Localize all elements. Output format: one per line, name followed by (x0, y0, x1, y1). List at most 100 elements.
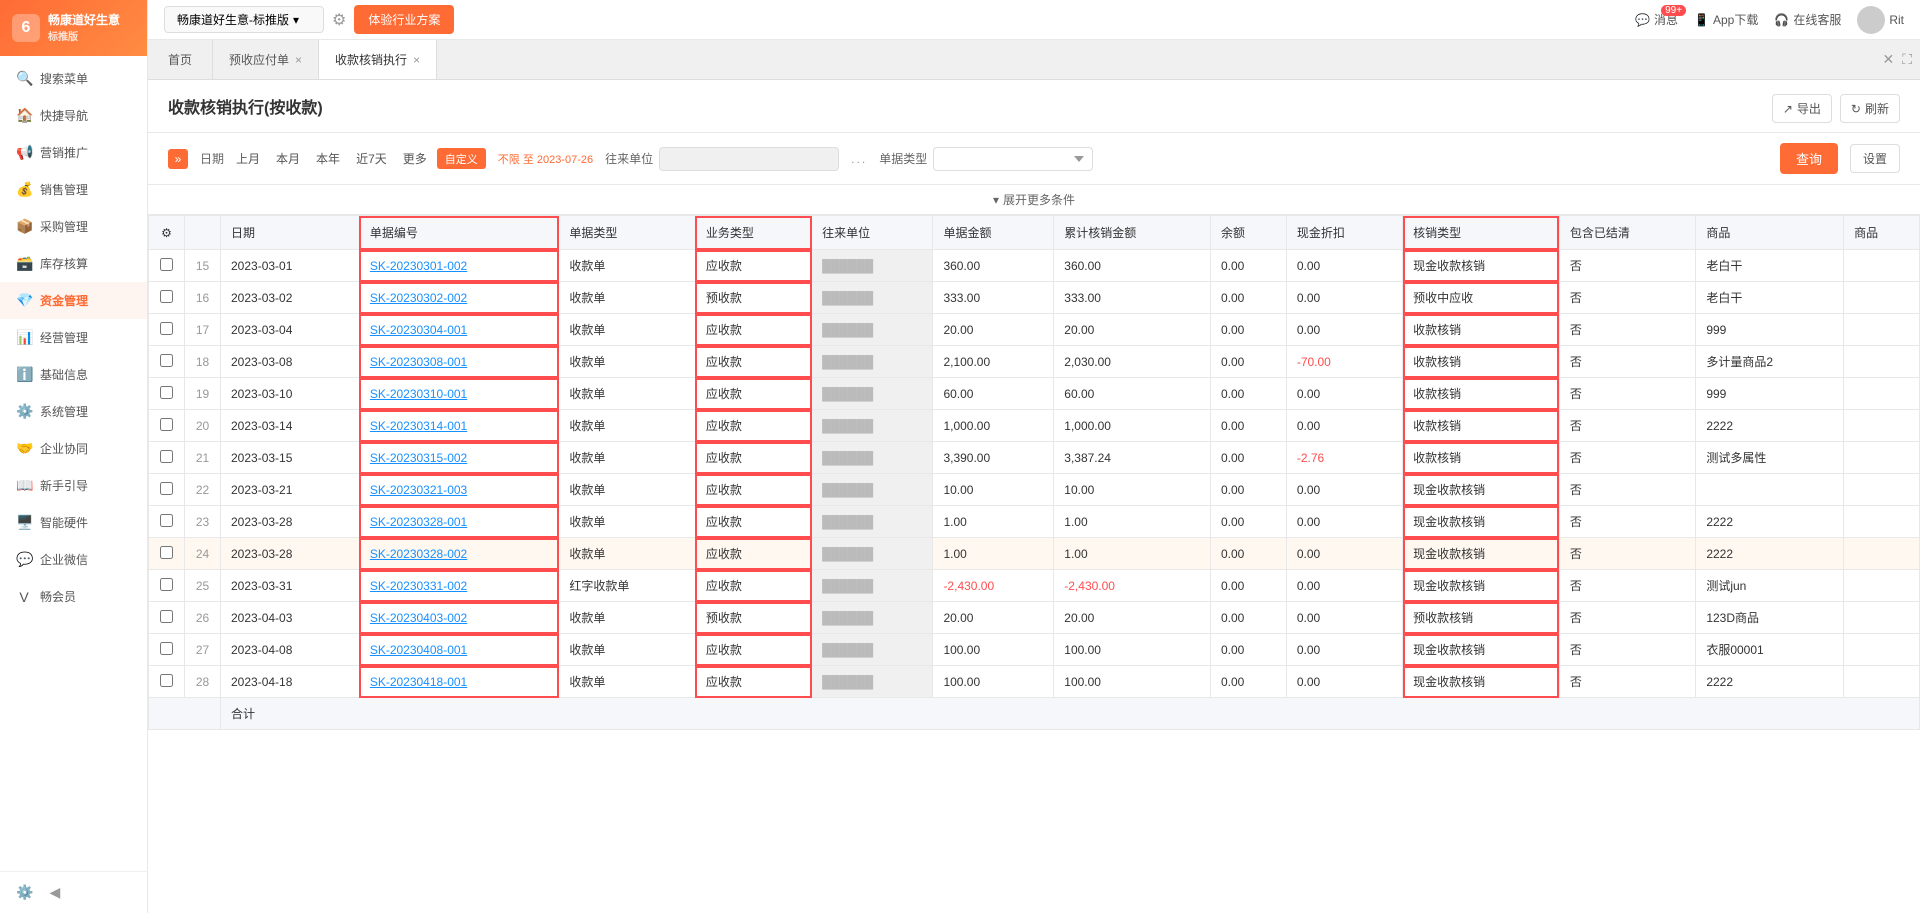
topbar-settings-icon[interactable]: ⚙ (332, 10, 346, 30)
col-total-write[interactable]: 累计核销金额 (1054, 216, 1211, 250)
col-voucher-type[interactable]: 单据类型 (559, 216, 696, 250)
company-dropdown[interactable]: 畅康道好生意-标推版 ▾ (164, 6, 324, 33)
maximize-icon[interactable]: ⛶ (1902, 51, 1912, 68)
col-partner[interactable]: 往来单位 (812, 216, 933, 250)
cell-checkbox[interactable] (149, 378, 185, 410)
online-service-link[interactable]: 🎧 在线客服 (1774, 11, 1841, 28)
date-custom-button[interactable]: 自定义 (437, 148, 486, 169)
sidebar-item-hardware[interactable]: 🖥️ 智能硬件 (0, 504, 147, 541)
order-link[interactable]: SK-20230314-001 (370, 419, 467, 433)
sidebar-item-operation[interactable]: 📊 经营管理 (0, 319, 147, 356)
sidebar-item-guide[interactable]: 📖 新手引导 (0, 467, 147, 504)
cell-order-no[interactable]: SK-20230328-002 (359, 538, 559, 570)
cell-checkbox[interactable] (149, 506, 185, 538)
cell-checkbox[interactable] (149, 410, 185, 442)
cell-checkbox[interactable] (149, 666, 185, 698)
cell-checkbox[interactable] (149, 346, 185, 378)
cell-checkbox[interactable] (149, 474, 185, 506)
cell-checkbox[interactable] (149, 314, 185, 346)
date-btn-this-month[interactable]: 本月 (270, 148, 306, 169)
cell-order-no[interactable]: SK-20230301-002 (359, 250, 559, 282)
tab-close-icon[interactable]: × (413, 54, 420, 66)
cell-order-no[interactable]: SK-20230310-001 (359, 378, 559, 410)
expand-more-button[interactable]: ▾ 展开更多条件 (993, 191, 1075, 208)
app-download-link[interactable]: 📱 App下载 (1694, 11, 1758, 28)
cell-order-no[interactable]: SK-20230321-003 (359, 474, 559, 506)
sidebar-item-purchase[interactable]: 📦 采购管理 (0, 208, 147, 245)
order-link[interactable]: SK-20230403-002 (370, 611, 467, 625)
cell-checkbox[interactable] (149, 538, 185, 570)
sidebar-item-basic[interactable]: ℹ️ 基础信息 (0, 356, 147, 393)
order-link[interactable]: SK-20230310-001 (370, 387, 467, 401)
col-date[interactable]: 日期 (221, 216, 360, 250)
cell-order-no[interactable]: SK-20230403-002 (359, 602, 559, 634)
col-goods2[interactable]: 商品 (1844, 216, 1920, 250)
refresh-button[interactable]: ↻ 刷新 (1840, 94, 1900, 123)
col-order-no[interactable]: 单据编号 (359, 216, 559, 250)
col-biz-type[interactable]: 业务类型 (695, 216, 811, 250)
sidebar-item-system[interactable]: ⚙️ 系统管理 (0, 393, 147, 430)
solution-button[interactable]: 体验行业方案 (354, 5, 454, 34)
sidebar-item-sales[interactable]: 💰 销售管理 (0, 171, 147, 208)
order-link[interactable]: SK-20230308-001 (370, 355, 467, 369)
tab-collection[interactable]: 收款核销执行 × (319, 40, 437, 79)
order-link[interactable]: SK-20230418-001 (370, 675, 467, 689)
filter-expand-button[interactable]: » (168, 149, 188, 169)
export-button[interactable]: ↗ 导出 (1772, 94, 1832, 123)
close-all-icon[interactable]: ✕ (1882, 51, 1894, 68)
tab-prepay[interactable]: 预收应付单 × (213, 40, 319, 79)
date-btn-this-year[interactable]: 本年 (310, 148, 346, 169)
cell-order-no[interactable]: SK-20230314-001 (359, 410, 559, 442)
order-link[interactable]: SK-20230328-001 (370, 515, 467, 529)
query-button[interactable]: 查询 (1780, 143, 1838, 174)
order-link[interactable]: SK-20230315-002 (370, 451, 467, 465)
sidebar-item-inventory[interactable]: 🗃️ 库存核算 (0, 245, 147, 282)
date-btn-7days[interactable]: 近7天 (350, 148, 393, 169)
cell-checkbox[interactable] (149, 282, 185, 314)
tab-home[interactable]: 首页 (148, 40, 213, 79)
voucher-type-select[interactable] (933, 147, 1093, 171)
order-link[interactable]: SK-20230328-002 (370, 547, 467, 561)
cell-order-no[interactable]: SK-20230304-001 (359, 314, 559, 346)
col-goods[interactable]: 商品 (1696, 216, 1844, 250)
filter-settings-button[interactable]: 设置 (1850, 144, 1900, 173)
sidebar-item-shortcut[interactable]: 🏠 快捷导航 (0, 97, 147, 134)
col-write-type[interactable]: 核销类型 (1403, 216, 1560, 250)
table-area[interactable]: ⚙ 日期 单据编号 单据类型 业务类型 往来单位 单据金额 累计核销金额 余额 … (148, 215, 1920, 913)
col-amount[interactable]: 单据金额 (933, 216, 1054, 250)
cell-checkbox[interactable] (149, 602, 185, 634)
order-link[interactable]: SK-20230304-001 (370, 323, 467, 337)
cell-order-no[interactable]: SK-20230408-001 (359, 634, 559, 666)
cell-checkbox[interactable] (149, 250, 185, 282)
cell-order-no[interactable]: SK-20230331-002 (359, 570, 559, 602)
sidebar-item-coop[interactable]: 🤝 企业协同 (0, 430, 147, 467)
notification-button[interactable]: 💬 消息 99+ (1635, 11, 1678, 28)
order-link[interactable]: SK-20230408-001 (370, 643, 467, 657)
order-link[interactable]: SK-20230331-002 (370, 579, 467, 593)
sidebar-item-wechat[interactable]: 💬 企业微信 (0, 541, 147, 578)
sidebar-item-marketing[interactable]: 📢 营销推广 (0, 134, 147, 171)
cell-order-no[interactable]: SK-20230315-002 (359, 442, 559, 474)
col-include-settled[interactable]: 包含已结清 (1559, 216, 1696, 250)
cell-order-no[interactable]: SK-20230302-002 (359, 282, 559, 314)
order-link[interactable]: SK-20230301-002 (370, 259, 467, 273)
cell-checkbox[interactable] (149, 634, 185, 666)
sidebar-item-member[interactable]: V 畅会员 (0, 578, 147, 615)
cell-checkbox[interactable] (149, 570, 185, 602)
partner-input[interactable] (659, 147, 839, 171)
order-link[interactable]: SK-20230321-003 (370, 483, 467, 497)
gear-bottom-icon[interactable]: ⚙️ (16, 884, 33, 901)
cell-order-no[interactable]: SK-20230308-001 (359, 346, 559, 378)
sidebar-item-search[interactable]: 🔍 搜索菜单 (0, 60, 147, 97)
collapse-icon[interactable]: ◀ (49, 884, 60, 901)
user-avatar[interactable]: Rit (1857, 6, 1904, 34)
date-btn-more[interactable]: 更多 (397, 148, 433, 169)
cell-checkbox[interactable] (149, 442, 185, 474)
sidebar-item-finance[interactable]: 💎 资金管理 (0, 282, 147, 319)
order-link[interactable]: SK-20230302-002 (370, 291, 467, 305)
cell-order-no[interactable]: SK-20230418-001 (359, 666, 559, 698)
col-balance[interactable]: 余额 (1210, 216, 1286, 250)
col-settings[interactable]: ⚙ (149, 216, 185, 250)
tab-close-icon[interactable]: × (295, 54, 302, 66)
date-btn-last-month[interactable]: 上月 (230, 148, 266, 169)
